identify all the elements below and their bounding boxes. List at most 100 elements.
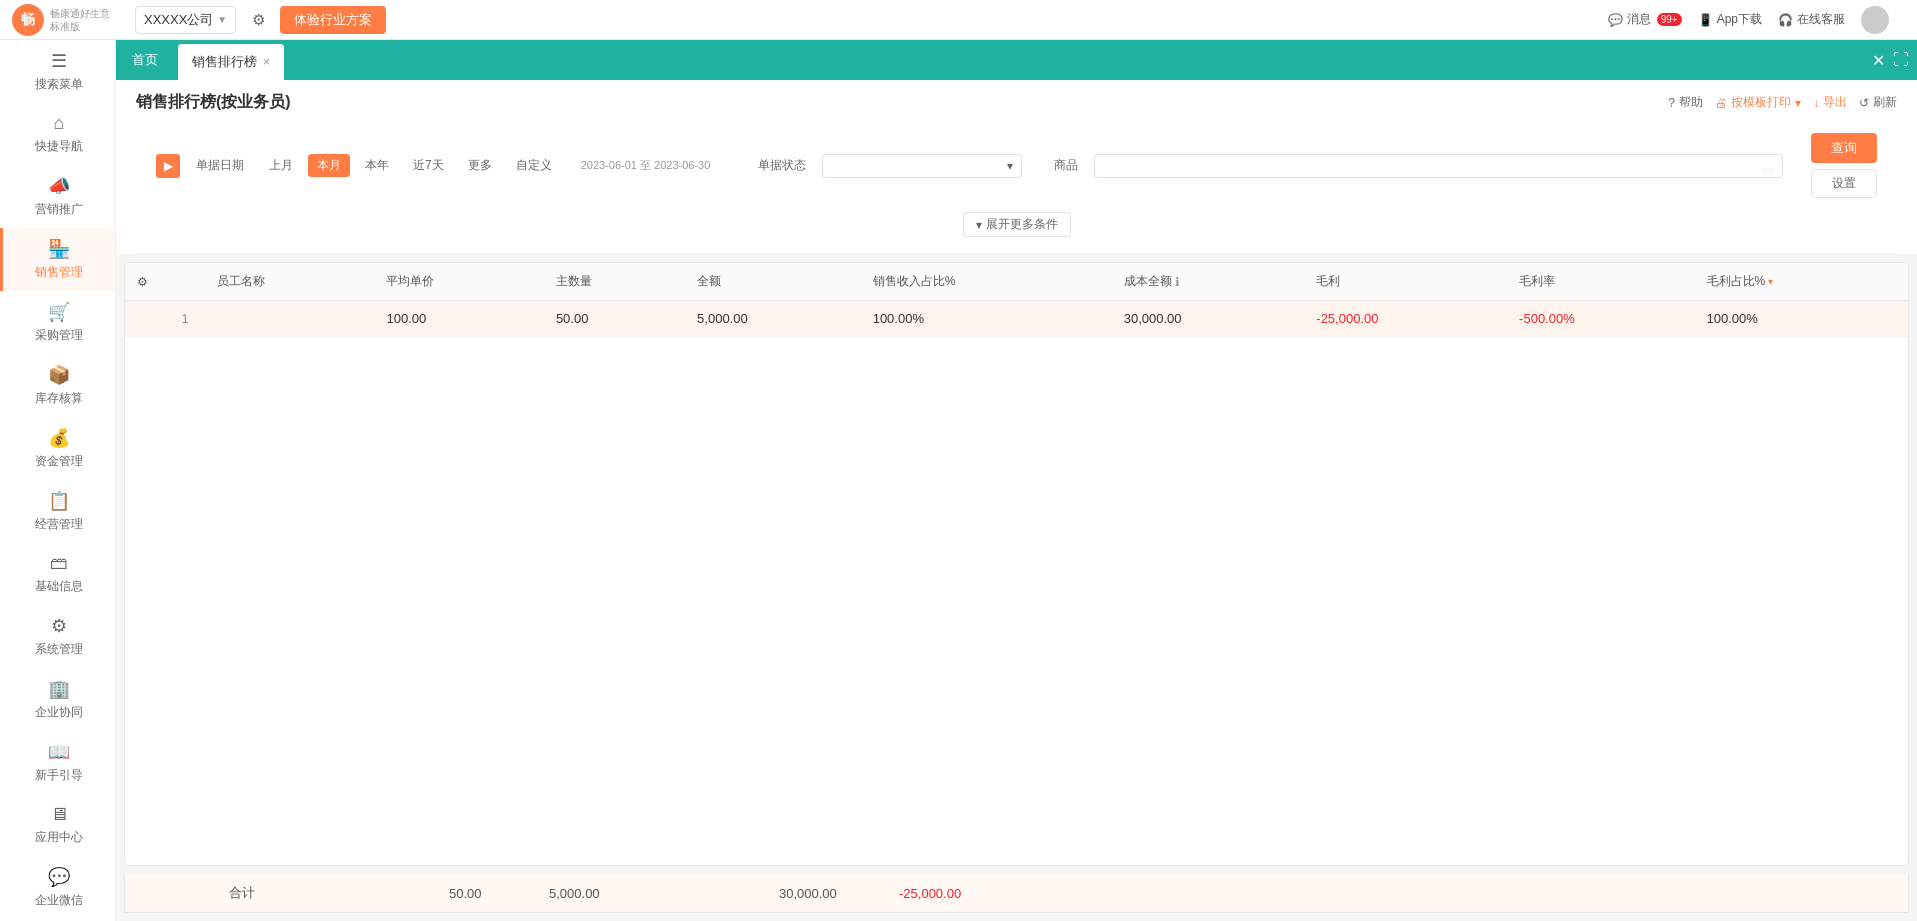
sidebar-item-label: 搜索菜单 xyxy=(35,76,83,93)
th-profit: 毛利 xyxy=(1304,263,1507,301)
sidebar-item-system[interactable]: ⚙ 系统管理 xyxy=(0,605,115,668)
sidebar-item-inventory[interactable]: 📦 库存核算 xyxy=(0,354,115,417)
date-btn-custom[interactable]: 自定义 xyxy=(507,154,561,177)
sidebar-item-cooperation[interactable]: 🏢 企业协同 xyxy=(0,668,115,731)
sidebar-item-label: 基础信息 xyxy=(35,578,83,595)
purchase-icon: 🛒 xyxy=(48,301,70,323)
sidebar-item-sales[interactable]: 🏪 销售管理 xyxy=(0,228,115,291)
finance-icon: 💰 xyxy=(48,427,70,449)
date-btn-7days[interactable]: 近7天 xyxy=(404,154,453,177)
print-btn[interactable]: 🖨 按模板打印 ▾ xyxy=(1715,94,1801,111)
home-icon: ⌂ xyxy=(54,113,65,134)
tab-bar: 首页 销售排行榜 × ✕ ⛶ xyxy=(116,40,1917,80)
date-btn-more[interactable]: 更多 xyxy=(459,154,501,177)
th-employee: 员工名称 xyxy=(205,263,374,301)
date-btn-last-month[interactable]: 上月 xyxy=(260,154,302,177)
sidebar-item-appcenter[interactable]: 🖥 应用中心 xyxy=(0,794,115,856)
sidebar-item-label: 系统管理 xyxy=(35,641,83,658)
company-selector[interactable]: XXXXX公司 ▼ xyxy=(135,6,236,34)
sidebar-item-quicknav[interactable]: ⌂ 快捷导航 xyxy=(0,103,115,165)
export-btn[interactable]: ↓ 导出 xyxy=(1813,94,1847,111)
service-btn[interactable]: 🎧 在线客服 xyxy=(1778,11,1845,28)
settings-icon[interactable]: ⚙ xyxy=(244,6,272,34)
setting-button[interactable]: 设置 xyxy=(1811,169,1877,198)
sidebar-item-purchase[interactable]: 🛒 采购管理 xyxy=(0,291,115,354)
cell-employee xyxy=(205,301,374,337)
th-amount: 全额 xyxy=(685,263,861,301)
cost-info-icon[interactable]: ℹ xyxy=(1175,275,1180,289)
th-settings: ⚙ xyxy=(125,263,165,301)
chevron-down-icon: ▾ xyxy=(976,218,982,232)
th-avg-price: 平均单价 xyxy=(374,263,543,301)
cell-profit-ratio: 100.00% xyxy=(1695,301,1908,337)
cell-amount: 5,000.00 xyxy=(685,301,861,337)
sidebar-item-finance[interactable]: 💰 资金管理 xyxy=(0,417,115,480)
sidebar-item-label: 采购管理 xyxy=(35,327,83,344)
system-icon: ⚙ xyxy=(51,615,67,637)
trial-button[interactable]: 体验行业方案 xyxy=(280,6,386,34)
tab-bar-controls: ✕ ⛶ xyxy=(1872,40,1917,80)
date-btn-this-year[interactable]: 本年 xyxy=(356,154,398,177)
message-btn[interactable]: 💬 消息 99+ xyxy=(1608,11,1682,28)
date-range-display: 2023-06-01 至 2023-06-30 xyxy=(581,158,711,173)
sort-icon[interactable]: ▾ xyxy=(1768,276,1773,287)
content-area: 首页 销售排行榜 × ✕ ⛶ 销售排行榜(按业务员) ? 帮助 xyxy=(116,40,1917,921)
tab-home[interactable]: 首页 xyxy=(116,40,174,80)
status-label: 单据状态 xyxy=(758,157,806,174)
th-profit-ratio: 毛利占比% ▾ xyxy=(1695,263,1908,301)
right-buttons: 查询 设置 xyxy=(1811,133,1877,198)
status-select-arrow: ▾ xyxy=(1007,159,1013,173)
page-title: 销售排行榜(按业务员) xyxy=(136,92,291,113)
footer-label: 合计 xyxy=(217,884,337,902)
sidebar-item-label: 资金管理 xyxy=(35,453,83,470)
sidebar-item-label: 应用中心 xyxy=(35,829,83,846)
cell-sales-ratio: 100.00% xyxy=(861,301,1112,337)
avatar[interactable] xyxy=(1861,6,1889,34)
help-icon: ? xyxy=(1668,96,1675,110)
cell-quantity: 50.00 xyxy=(544,301,685,337)
sidebar-item-label: 企业协同 xyxy=(35,704,83,721)
export-icon: ↓ xyxy=(1813,96,1819,110)
sidebar: ☰ 搜索菜单 ⌂ 快捷导航 📣 营销推广 🏪 销售管理 🛒 采购管理 📦 库存核… xyxy=(0,40,116,921)
goods-input[interactable]: … xyxy=(1094,154,1783,178)
app-download-btn[interactable]: 📱 App下载 xyxy=(1698,11,1762,28)
footer-cost: 30,000.00 xyxy=(767,886,887,901)
footer-profit: -25,000.00 xyxy=(887,886,1007,901)
tab-sales-ranking[interactable]: 销售排行榜 × xyxy=(178,44,284,80)
sidebar-item-marketing[interactable]: 📣 营销推广 xyxy=(0,165,115,228)
expand-conditions-btn[interactable]: ▾ 展开更多条件 xyxy=(963,212,1071,237)
sidebar-item-search[interactable]: ☰ 搜索菜单 xyxy=(0,40,115,103)
th-sales-ratio: 销售收入占比% xyxy=(861,263,1112,301)
sales-icon: 🏪 xyxy=(48,238,70,260)
sidebar-item-label: 销售管理 xyxy=(35,264,83,281)
sidebar-item-baseinfo[interactable]: 🗃 基础信息 xyxy=(0,543,115,605)
goods-label: 商品 xyxy=(1054,157,1078,174)
search-menu-icon: ☰ xyxy=(51,50,67,72)
expand-icon[interactable]: ⛶ xyxy=(1893,51,1909,69)
sidebar-item-operations[interactable]: 📋 经营管理 xyxy=(0,480,115,543)
logo-text: 畅康通好生意 标准版 xyxy=(50,7,110,33)
date-group: 上月 本月 本年 近7天 更多 自定义 xyxy=(260,154,561,177)
tab-close-icon[interactable]: × xyxy=(263,55,270,69)
sidebar-item-label: 企业微信 xyxy=(35,892,83,909)
filter-row-date: ▶ 单据日期 上月 本月 本年 近7天 更多 自定义 2023-06-01 至 … xyxy=(156,133,1877,198)
sidebar-item-guide[interactable]: 📖 新手引导 xyxy=(0,731,115,794)
operations-icon: 📋 xyxy=(48,490,70,512)
footer-quantity: 50.00 xyxy=(437,886,537,901)
refresh-btn[interactable]: ↺ 刷新 xyxy=(1859,94,1897,111)
th-quantity: 主数量 xyxy=(544,263,685,301)
help-btn[interactable]: ? 帮助 xyxy=(1668,94,1703,111)
query-button[interactable]: 查询 xyxy=(1811,133,1877,163)
column-settings-icon[interactable]: ⚙ xyxy=(137,275,148,289)
filter-expand-arrow[interactable]: ▶ xyxy=(156,154,180,178)
appcenter-icon: 🖥 xyxy=(50,804,68,825)
goods-more-icon: … xyxy=(1762,159,1774,173)
sidebar-item-label: 库存核算 xyxy=(35,390,83,407)
table-row: 1100.0050.005,000.00100.00%30,000.00-25,… xyxy=(125,301,1908,337)
status-select[interactable]: ▾ xyxy=(822,154,1022,178)
sidebar-item-wechat[interactable]: 💬 企业微信 xyxy=(0,856,115,919)
logo-area: 畅 畅康通好生意 标准版 xyxy=(12,4,127,36)
date-btn-this-month[interactable]: 本月 xyxy=(308,154,350,177)
close-window-icon[interactable]: ✕ xyxy=(1872,51,1885,70)
print-dropdown-icon: ▾ xyxy=(1795,96,1801,110)
